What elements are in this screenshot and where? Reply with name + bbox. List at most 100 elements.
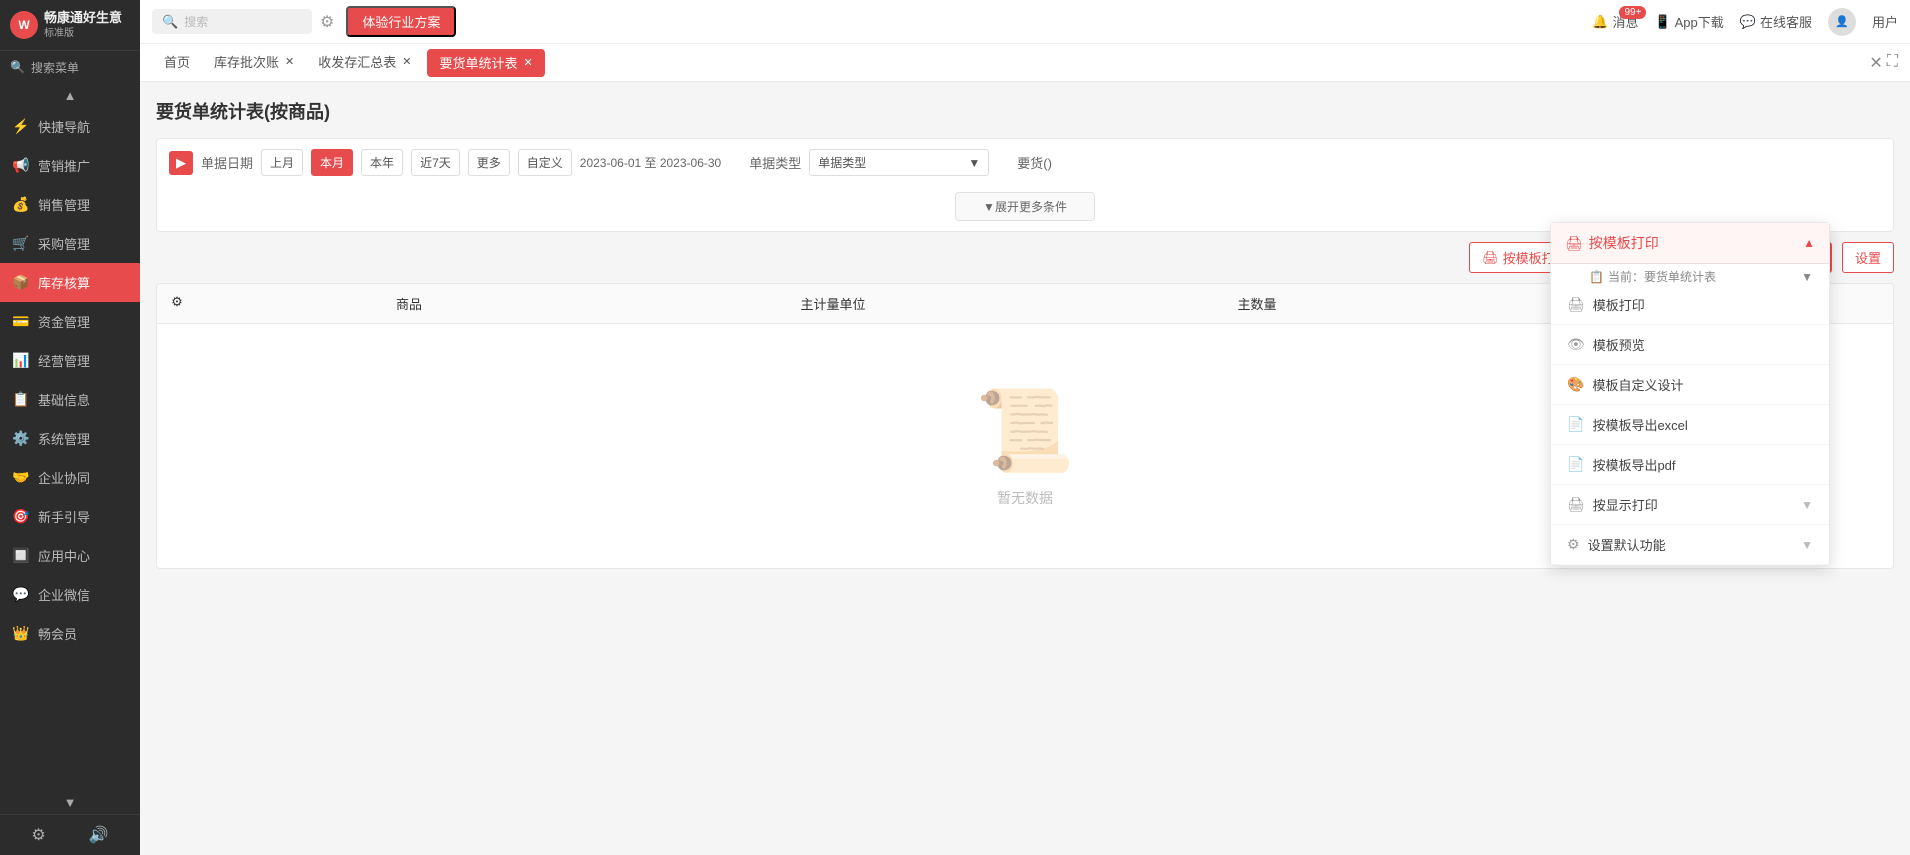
date-btn-this-month[interactable]: 本月 <box>311 149 353 176</box>
expand-more-btn[interactable]: ▼ 展开更多条件 <box>955 192 1095 221</box>
print-dropdown-close[interactable]: ▲ <box>1803 236 1815 250</box>
system-icon: ⚙️ <box>12 429 30 447</box>
sidebar-nav: ⚡ 快捷导航 📢 营销推广 💰 销售管理 🛒 采购管理 📦 库存核算 💳 资金管… <box>0 107 140 791</box>
dropdown-default-func[interactable]: ⚙ 设置默认功能 ▼ <box>1551 525 1829 565</box>
template-print-icon: 🖨 <box>1567 296 1585 313</box>
sidebar-item-wechat[interactable]: 💬 企业微信 <box>0 575 140 614</box>
template-preview-icon: 👁 <box>1567 336 1585 353</box>
current-template-label: 📋 当前：要货单统计表 ▼ <box>1551 264 1829 285</box>
dropdown-display-print[interactable]: 🖨 按显示打印 ▼ <box>1551 485 1829 525</box>
filter-row: ▶ 单据日期 上月 本月 本年 近7天 更多 自定义 2023-06-01 至 … <box>169 149 1881 176</box>
print-dropdown: 🖨 按模板打印 ▲ 📋 当前：要货单统计表 ▼ 🖨 模板打印 👁 模板预览 🎨 <box>1550 222 1830 566</box>
print-dropdown-icon: 🖨 <box>1565 235 1583 252</box>
sidebar-item-beginner[interactable]: 🎯 新手引导 <box>0 497 140 536</box>
logo-icon: W <box>10 11 38 39</box>
sidebar-item-member[interactable]: 👑 畅会员 <box>0 614 140 653</box>
type-label: 单据类型 <box>749 153 801 172</box>
filter-expand-icon[interactable]: ▶ <box>169 151 193 175</box>
sidebar-item-inventory[interactable]: 📦 库存核算 <box>0 263 140 302</box>
date-btn-custom[interactable]: 自定义 <box>518 149 572 176</box>
filter-bar: ▶ 单据日期 上月 本月 本年 近7天 更多 自定义 2023-06-01 至 … <box>156 138 1894 232</box>
dropdown-template-print[interactable]: 🖨 模板打印 <box>1551 285 1829 325</box>
operations-icon: 📊 <box>12 351 30 369</box>
scroll-down-btn[interactable]: ▼ <box>0 791 140 814</box>
amount-label: 要货() <box>1017 153 1052 172</box>
app-center-icon: 🔲 <box>12 546 30 564</box>
col-unit: 主计量单位 <box>621 294 1045 313</box>
sidebar-item-basic-info[interactable]: 📋 基础信息 <box>0 380 140 419</box>
app-download-btn[interactable]: 📱 App下载 <box>1654 12 1723 31</box>
settings-btn[interactable]: 设置 <box>1842 242 1894 273</box>
avatar[interactable]: 👤 <box>1828 8 1856 36</box>
sidebar-sound-icon[interactable]: 🔊 <box>89 825 109 845</box>
default-func-arrow: ▼ <box>1801 538 1813 552</box>
collab-icon: 🤝 <box>12 468 30 486</box>
expand-window-btn[interactable]: ⛶ <box>1887 53 1898 73</box>
tab-order-stats[interactable]: 要货单统计表 ✕ <box>427 49 544 77</box>
tab-home[interactable]: 首页 <box>152 44 202 81</box>
customer-service-btn[interactable]: 💬 在线客服 <box>1740 12 1812 31</box>
notification-btn[interactable]: 🔔 消息 99+ <box>1592 12 1638 31</box>
date-btn-last-month[interactable]: 上月 <box>261 149 303 176</box>
topbar-search[interactable]: 🔍 搜索 <box>152 9 312 34</box>
empty-icon: 📜 <box>975 384 1075 478</box>
close-tab-order-stats[interactable]: ✕ <box>524 56 533 69</box>
topbar-right: 🔔 消息 99+ 📱 App下载 💬 在线客服 👤 用户 <box>1592 8 1898 36</box>
close-window-btn[interactable]: ✕ <box>1869 53 1882 73</box>
page-title: 要货单统计表(按商品) <box>156 98 1894 124</box>
app-logo: W 畅康通好生意 标准版 <box>0 0 140 51</box>
topbar-settings-icon[interactable]: ⚙ <box>320 12 334 32</box>
app-name: 畅康通好生意 <box>44 10 122 27</box>
date-btn-more[interactable]: 更多 <box>468 149 510 176</box>
date-label: 单据日期 <box>201 153 253 172</box>
sidebar-item-collab[interactable]: 🤝 企业协同 <box>0 458 140 497</box>
scroll-up-btn[interactable]: ▲ <box>0 84 140 107</box>
sidebar: W 畅康通好生意 标准版 🔍 搜索菜单 ▲ ⚡ 快捷导航 📢 营销推广 💰 销售… <box>0 0 140 855</box>
topbar: 🔍 搜索 ⚙ 体验行业方案 🔔 消息 99+ 📱 App下载 💬 在线客服 👤 … <box>140 0 1910 44</box>
col-settings[interactable]: ⚙ <box>157 294 197 313</box>
dropdown-export-pdf[interactable]: 📄 按模板导出pdf <box>1551 445 1829 485</box>
tab-receivable-summary[interactable]: 收发存汇总表 ✕ <box>306 44 423 81</box>
type-select[interactable]: 单据类型 ▼ <box>809 149 989 176</box>
dropdown-template-preview[interactable]: 👁 模板预览 <box>1551 325 1829 365</box>
wechat-icon: 💬 <box>12 585 30 603</box>
user-name: 用户 <box>1872 12 1898 31</box>
sidebar-item-operations[interactable]: 📊 经营管理 <box>0 341 140 380</box>
sidebar-item-system[interactable]: ⚙️ 系统管理 <box>0 419 140 458</box>
print-dropdown-header: 🖨 按模板打印 ▲ <box>1551 223 1829 264</box>
sidebar-item-purchase[interactable]: 🛒 采购管理 <box>0 224 140 263</box>
tab-inventory-batch[interactable]: 库存批次账 ✕ <box>202 44 306 81</box>
date-btn-7days[interactable]: 近7天 <box>411 149 460 176</box>
sidebar-footer: ⚙ 🔊 <box>0 814 140 855</box>
date-btn-this-year[interactable]: 本年 <box>361 149 403 176</box>
dropdown-export-excel[interactable]: 📄 按模板导出excel <box>1551 405 1829 445</box>
beginner-icon: 🎯 <box>12 507 30 525</box>
sidebar-item-marketing[interactable]: 📢 营销推广 <box>0 146 140 185</box>
tabs-bar: 首页 库存批次账 ✕ 收发存汇总表 ✕ 要货单统计表 ✕ ✕ ⛶ <box>140 44 1910 82</box>
main-area: 🔍 搜索 ⚙ 体验行业方案 🔔 消息 99+ 📱 App下载 💬 在线客服 👤 … <box>140 0 1910 855</box>
basic-info-icon: 📋 <box>12 390 30 408</box>
close-tab-inventory-batch[interactable]: ✕ <box>285 55 294 68</box>
sidebar-settings-icon[interactable]: ⚙ <box>31 825 45 845</box>
finance-icon: 💳 <box>12 312 30 330</box>
export-pdf-icon: 📄 <box>1567 456 1584 473</box>
app-version: 标准版 <box>44 27 122 40</box>
sidebar-item-finance[interactable]: 💳 资金管理 <box>0 302 140 341</box>
export-excel-icon: 📄 <box>1567 416 1584 433</box>
inventory-icon: 📦 <box>12 273 30 291</box>
dropdown-template-design[interactable]: 🎨 模板自定义设计 <box>1551 365 1829 405</box>
sidebar-item-quick-nav[interactable]: ⚡ 快捷导航 <box>0 107 140 146</box>
display-print-arrow: ▼ <box>1801 498 1813 512</box>
template-design-icon: 🎨 <box>1567 376 1584 393</box>
purchase-icon: 🛒 <box>12 234 30 252</box>
quick-nav-icon: ⚡ <box>12 117 30 135</box>
content-area: 要货单统计表(按商品) ▶ 单据日期 上月 本月 本年 近7天 更多 自定义 2… <box>140 82 1910 855</box>
promo-button[interactable]: 体验行业方案 <box>346 6 456 37</box>
printer-icon: 🖨 <box>1482 250 1499 266</box>
current-arrow: ▼ <box>1801 270 1813 284</box>
sidebar-item-app-center[interactable]: 🔲 应用中心 <box>0 536 140 575</box>
sidebar-item-sales[interactable]: 💰 销售管理 <box>0 185 140 224</box>
close-tab-receivable-summary[interactable]: ✕ <box>402 55 411 68</box>
col-quantity: 主数量 <box>1045 294 1469 313</box>
sidebar-search[interactable]: 🔍 搜索菜单 <box>0 51 140 84</box>
